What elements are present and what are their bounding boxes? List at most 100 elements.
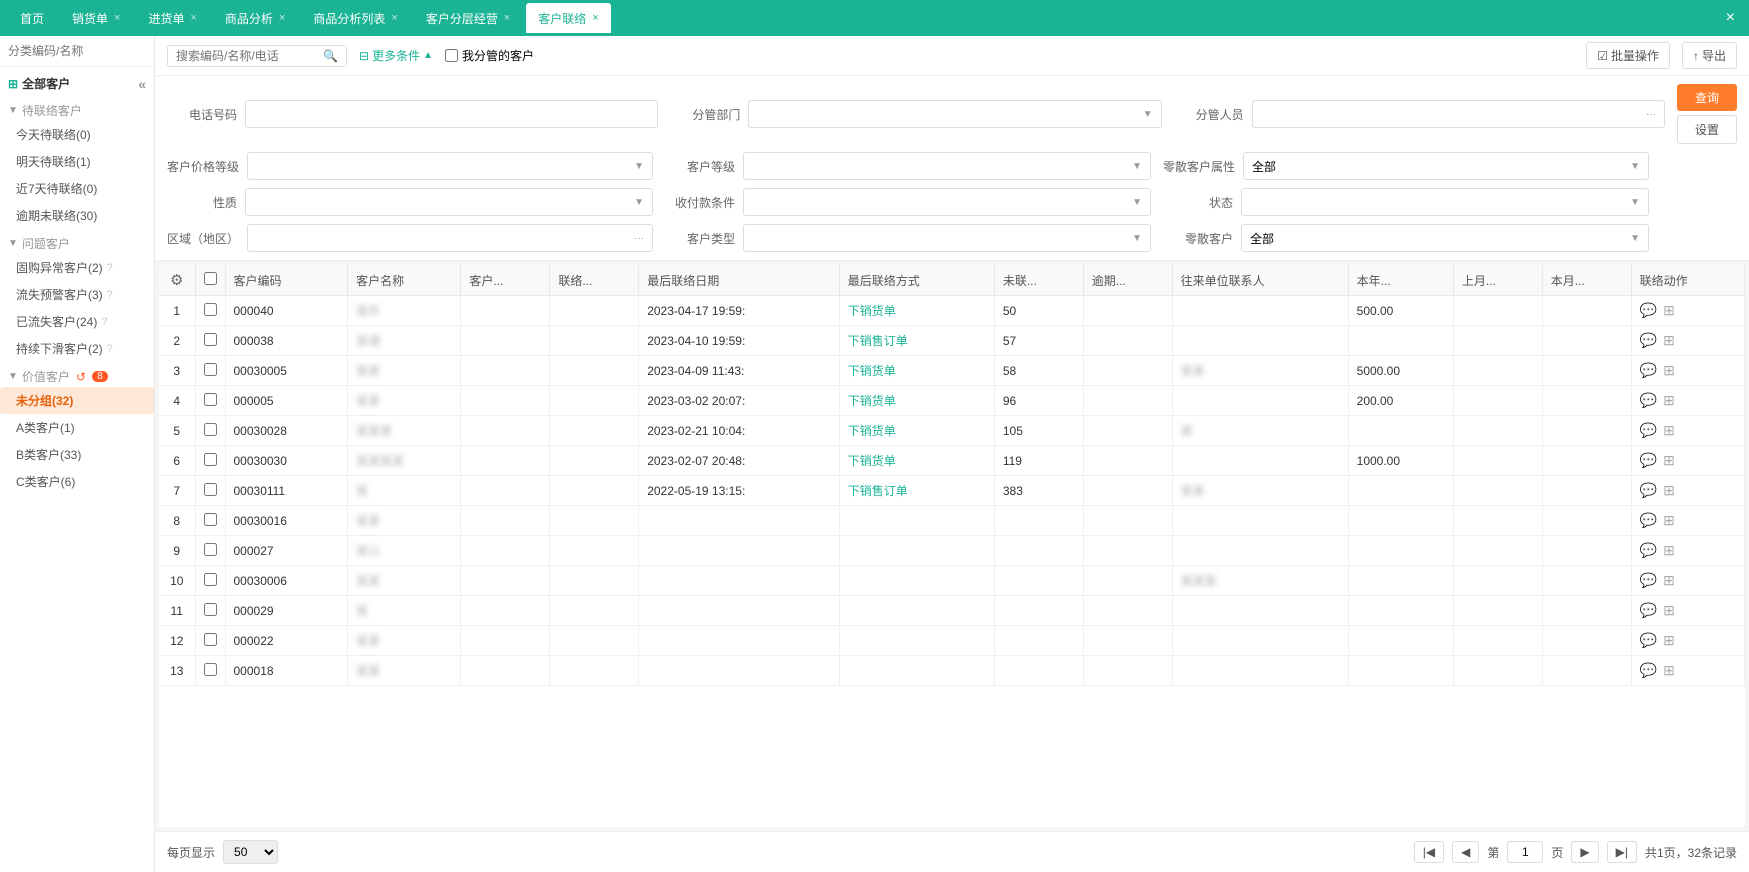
- filter-nature-select[interactable]: ▼: [245, 188, 653, 216]
- last-method-link[interactable]: 下销货单: [848, 364, 896, 378]
- grid-action-icon[interactable]: ⊞: [1663, 362, 1675, 379]
- last-page-btn[interactable]: ▶|: [1607, 841, 1637, 863]
- contact-icon[interactable]: 💬: [1640, 512, 1657, 529]
- tab-customer-contact[interactable]: 客户联络 ×: [526, 3, 610, 33]
- main-search-icon[interactable]: 🔍: [323, 49, 338, 63]
- first-page-btn[interactable]: |◀: [1414, 841, 1444, 863]
- filter-phone-input[interactable]: [245, 100, 658, 128]
- sidebar-item-declining[interactable]: 持续下滑客户(2) ?: [0, 335, 154, 362]
- contact-icon[interactable]: 💬: [1640, 662, 1657, 679]
- last-method-link[interactable]: 下销货单: [848, 424, 896, 438]
- row-checkbox[interactable]: [204, 333, 217, 346]
- export-btn[interactable]: ↑ 导出: [1682, 42, 1737, 69]
- sidebar-search-input[interactable]: [8, 44, 155, 58]
- more-conditions-btn[interactable]: ⊟ 更多条件 ▲: [359, 47, 433, 64]
- last-method-link[interactable]: 下销货单: [848, 454, 896, 468]
- sidebar-item-class-c[interactable]: C类客户(6): [0, 468, 154, 495]
- row-checkbox[interactable]: [204, 543, 217, 556]
- refresh-icon[interactable]: ↺: [76, 370, 86, 384]
- row-checkbox[interactable]: [204, 573, 217, 586]
- row-checkbox[interactable]: [204, 423, 217, 436]
- filter-retail-select[interactable]: 全部▼: [1241, 224, 1649, 252]
- sidebar-item-overdue-uncontacted[interactable]: 逾期未联络(30): [0, 202, 154, 229]
- row-checkbox[interactable]: [204, 453, 217, 466]
- filter-dept-select[interactable]: ▼: [748, 100, 1161, 128]
- filter-price-grade-select[interactable]: ▼: [247, 152, 653, 180]
- last-method-link[interactable]: 下销货单: [848, 394, 896, 408]
- query-button[interactable]: 查询: [1677, 84, 1737, 111]
- contact-icon[interactable]: 💬: [1640, 332, 1657, 349]
- grid-action-icon[interactable]: ⊞: [1663, 542, 1675, 559]
- grid-action-icon[interactable]: ⊞: [1663, 422, 1675, 439]
- batch-ops-btn[interactable]: ☑ 批量操作: [1586, 42, 1670, 69]
- tab-customer-contact-close[interactable]: ×: [592, 12, 598, 24]
- row-checkbox[interactable]: [204, 483, 217, 496]
- my-customers-checkbox[interactable]: [445, 49, 458, 62]
- table-gear-icon[interactable]: ⚙: [170, 271, 183, 289]
- sidebar-item-ungrouped[interactable]: 未分组(32): [0, 387, 154, 414]
- my-customers-filter[interactable]: 我分管的客户: [445, 47, 534, 64]
- prev-page-btn[interactable]: ◀: [1452, 841, 1479, 863]
- tab-purchase[interactable]: 进货单 ×: [136, 3, 208, 33]
- grid-action-icon[interactable]: ⊞: [1663, 512, 1675, 529]
- filter-retail-attr-select[interactable]: 全部▼: [1243, 152, 1649, 180]
- contact-icon[interactable]: 💬: [1640, 362, 1657, 379]
- row-checkbox[interactable]: [204, 663, 217, 676]
- contact-icon[interactable]: 💬: [1640, 302, 1657, 319]
- contact-icon[interactable]: 💬: [1640, 602, 1657, 619]
- grid-action-icon[interactable]: ⊞: [1663, 392, 1675, 409]
- contact-icon[interactable]: 💬: [1640, 632, 1657, 649]
- contact-icon[interactable]: 💬: [1640, 482, 1657, 499]
- sidebar-item-class-b[interactable]: B类客户(33): [0, 441, 154, 468]
- filter-customer-grade-select[interactable]: ▼: [743, 152, 1151, 180]
- contact-icon[interactable]: 💬: [1640, 392, 1657, 409]
- grid-action-icon[interactable]: ⊞: [1663, 662, 1675, 679]
- sidebar-item-today-pending[interactable]: 今天待联络(0): [0, 121, 154, 148]
- row-checkbox[interactable]: [204, 363, 217, 376]
- last-method-link[interactable]: 下销货单: [848, 304, 896, 318]
- filter-status-select[interactable]: ▼: [1241, 188, 1649, 216]
- tab-analysis[interactable]: 商品分析 ×: [213, 3, 297, 33]
- filter-region-select[interactable]: ···: [247, 224, 653, 252]
- page-number-input[interactable]: [1507, 841, 1543, 863]
- window-close-btn[interactable]: ×: [1720, 7, 1741, 29]
- last-method-link[interactable]: 下销售订单: [848, 484, 908, 498]
- grid-action-icon[interactable]: ⊞: [1663, 572, 1675, 589]
- sidebar-item-class-a[interactable]: A类客户(1): [0, 414, 154, 441]
- tab-analysis-close[interactable]: ×: [279, 12, 285, 24]
- row-checkbox[interactable]: [204, 603, 217, 616]
- main-search-input[interactable]: [176, 49, 319, 63]
- tab-analysis-list-close[interactable]: ×: [391, 12, 397, 24]
- contact-icon[interactable]: 💬: [1640, 452, 1657, 469]
- sidebar-item-churn-warning[interactable]: 流失预警客户(3) ?: [0, 281, 154, 308]
- tab-purchase-close[interactable]: ×: [190, 12, 196, 24]
- contact-icon[interactable]: 💬: [1640, 572, 1657, 589]
- sidebar-item-churned[interactable]: 已流失客户(24) ?: [0, 308, 154, 335]
- filter-person-select[interactable]: ···: [1252, 100, 1665, 128]
- grid-action-icon[interactable]: ⊞: [1663, 482, 1675, 499]
- tab-sales-close[interactable]: ×: [114, 12, 120, 24]
- per-page-select[interactable]: 50 100 200: [223, 840, 278, 864]
- sidebar-item-abnormal[interactable]: 固购异常客户(2) ?: [0, 254, 154, 281]
- grid-action-icon[interactable]: ⊞: [1663, 602, 1675, 619]
- check-all-checkbox[interactable]: [204, 272, 217, 285]
- row-checkbox[interactable]: [204, 513, 217, 526]
- grid-action-icon[interactable]: ⊞: [1663, 452, 1675, 469]
- tab-customer-segment[interactable]: 客户分层经营 ×: [414, 3, 522, 33]
- row-checkbox[interactable]: [204, 633, 217, 646]
- sidebar-item-7days-pending[interactable]: 近7天待联络(0): [0, 175, 154, 202]
- all-customers-header[interactable]: ⊞ 全部客户 «: [0, 67, 154, 96]
- sidebar-item-tomorrow-pending[interactable]: 明天待联络(1): [0, 148, 154, 175]
- last-method-link[interactable]: 下销售订单: [848, 334, 908, 348]
- row-checkbox[interactable]: [204, 303, 217, 316]
- row-checkbox[interactable]: [204, 393, 217, 406]
- grid-action-icon[interactable]: ⊞: [1663, 332, 1675, 349]
- filter-customer-type-select[interactable]: ▼: [743, 224, 1151, 252]
- collapse-icon[interactable]: «: [138, 76, 146, 92]
- contact-icon[interactable]: 💬: [1640, 542, 1657, 559]
- tab-customer-segment-close[interactable]: ×: [504, 12, 510, 24]
- contact-icon[interactable]: 💬: [1640, 422, 1657, 439]
- next-page-btn[interactable]: ▶: [1571, 841, 1598, 863]
- grid-action-icon[interactable]: ⊞: [1663, 302, 1675, 319]
- filter-payment-select[interactable]: ▼: [743, 188, 1151, 216]
